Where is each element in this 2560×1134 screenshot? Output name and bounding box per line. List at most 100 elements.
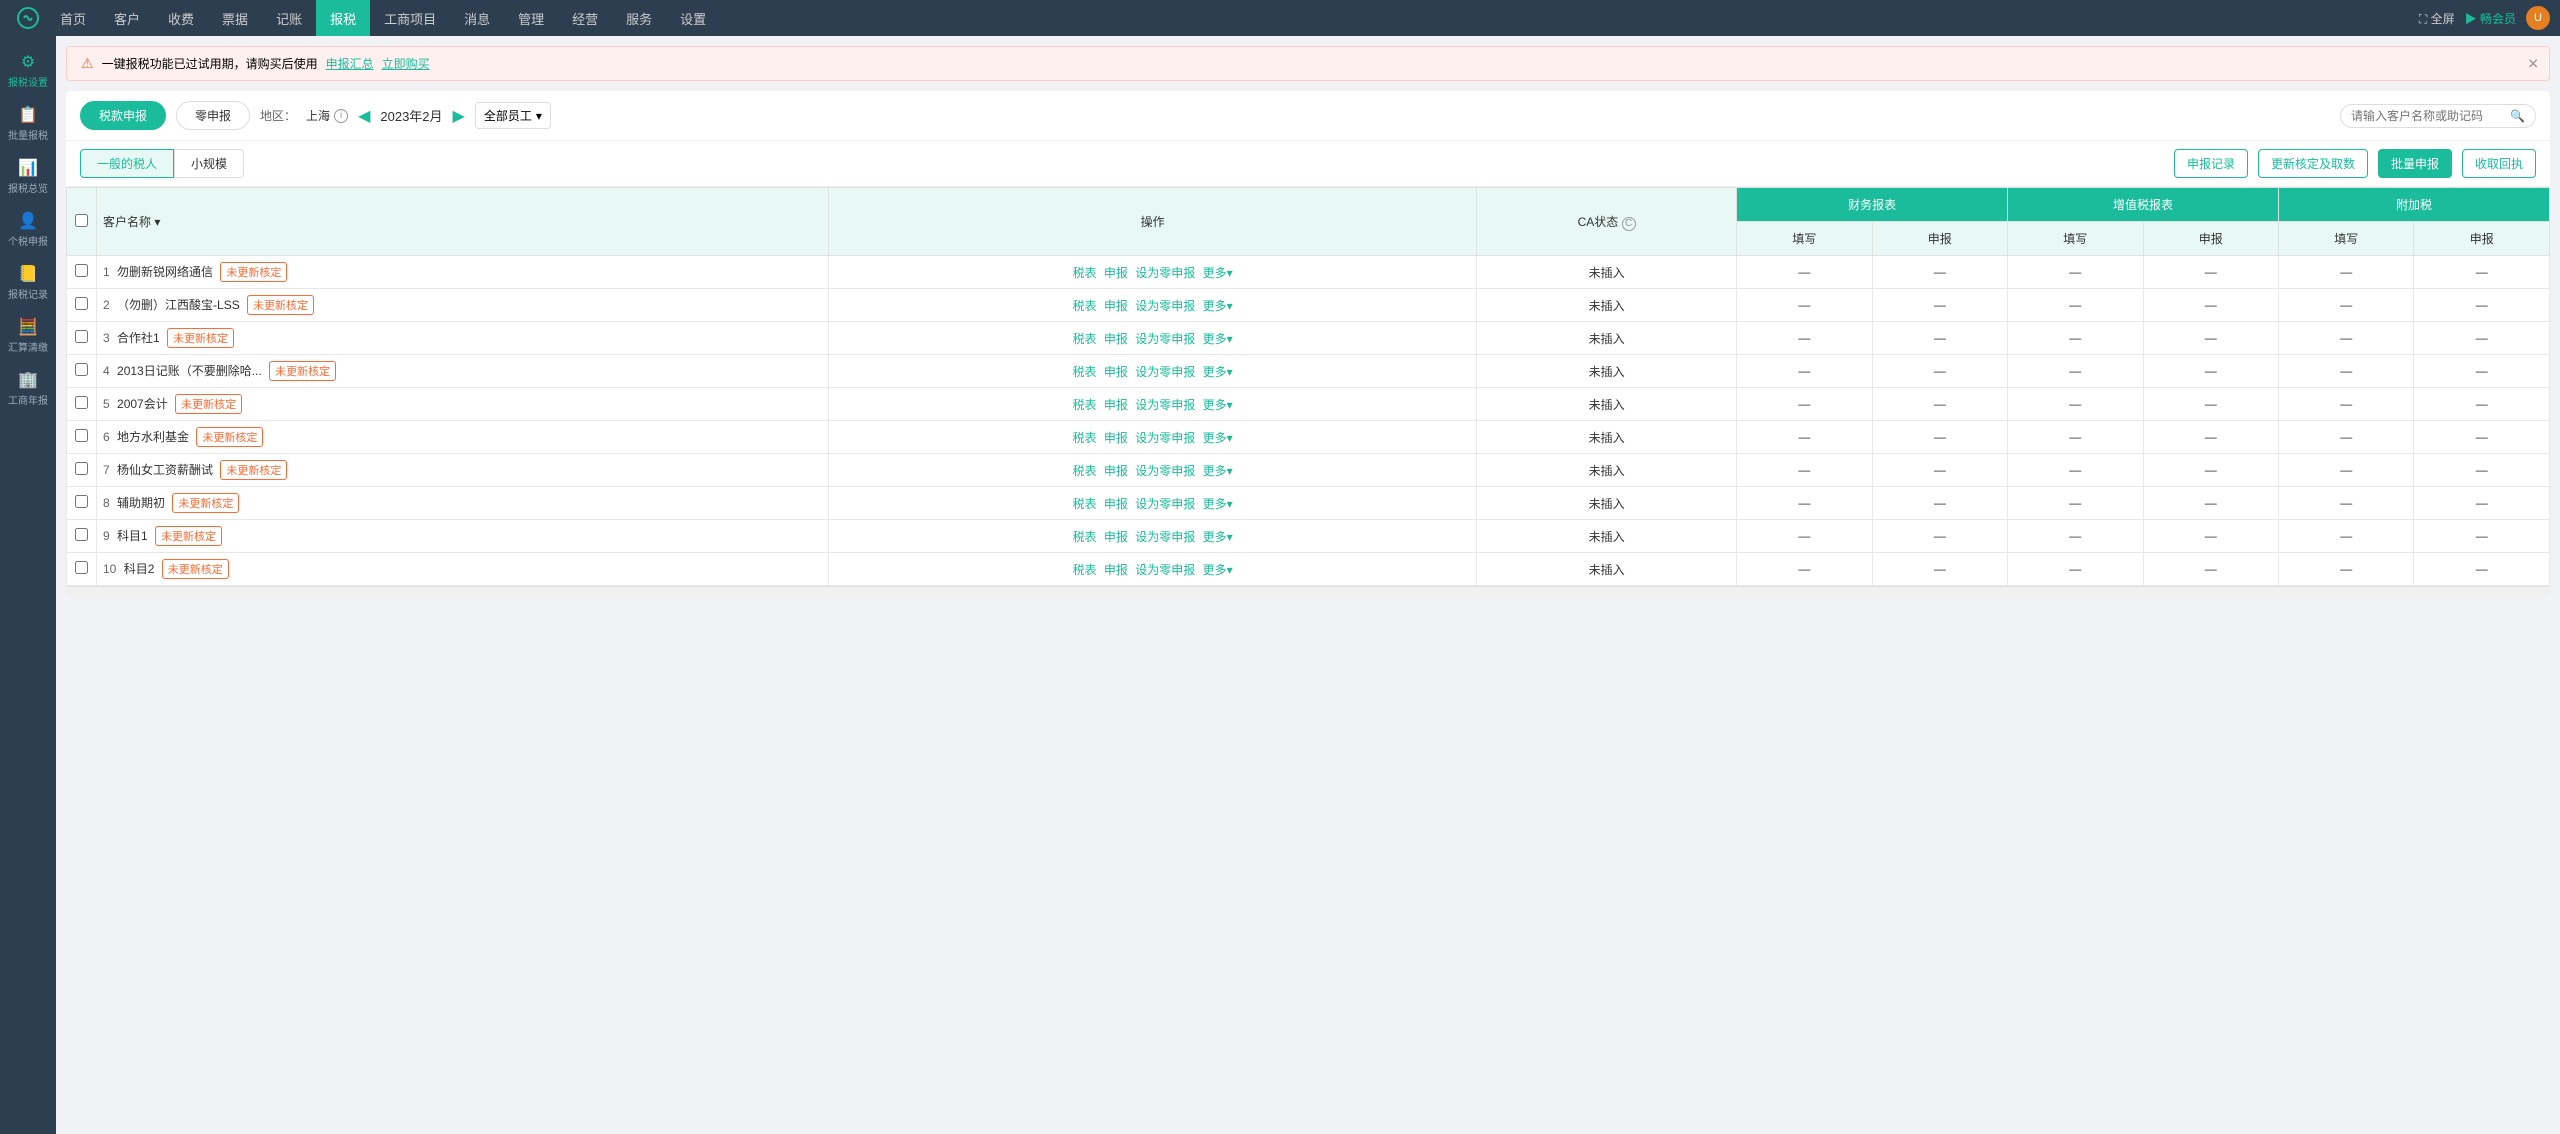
sidebar-item-annual-report[interactable]: 🏢 工商年报: [0, 362, 56, 415]
op-more[interactable]: 更多▾: [1203, 398, 1233, 412]
nav-customer[interactable]: 客户: [100, 0, 154, 36]
op-tax-table[interactable]: 税表: [1073, 431, 1097, 445]
nav-tax[interactable]: 报税: [316, 0, 370, 36]
nav-operations[interactable]: 经营: [558, 0, 612, 36]
op-more[interactable]: 更多▾: [1203, 530, 1233, 544]
row-operations: 税表 申报 设为零申报 更多▾: [828, 322, 1476, 355]
op-tax-table[interactable]: 税表: [1073, 563, 1097, 577]
op-more[interactable]: 更多▾: [1203, 332, 1233, 346]
sidebar-item-tax-settings[interactable]: ⚙ 报税设置: [0, 44, 56, 97]
scroll-bar-area[interactable]: [66, 586, 2550, 598]
app-logo[interactable]: [10, 0, 46, 36]
sidebar-item-tax-overview[interactable]: 📊 报税总览: [0, 150, 56, 203]
notice-text: 一键报税功能已过试用期，请购买后使用: [102, 55, 318, 72]
op-submit[interactable]: 申报: [1104, 563, 1128, 577]
row-checkbox[interactable]: [75, 264, 88, 277]
op-submit[interactable]: 申报: [1104, 332, 1128, 346]
period-prev-button[interactable]: ◀: [358, 106, 370, 126]
taxpayer-tab-general[interactable]: 一般的税人: [80, 149, 174, 178]
op-zero-submit[interactable]: 设为零申报: [1135, 464, 1195, 478]
notice-link-summary[interactable]: 申报汇总: [326, 55, 374, 72]
row-checkbox[interactable]: [75, 561, 88, 574]
row-sbbb-fill: —: [2008, 256, 2143, 289]
row-checkbox[interactable]: [75, 363, 88, 376]
customer-sort-icon[interactable]: ▾: [154, 215, 160, 229]
row-checkbox[interactable]: [75, 528, 88, 541]
nav-home[interactable]: 首页: [46, 0, 100, 36]
nav-service[interactable]: 服务: [612, 0, 666, 36]
nav-accounting[interactable]: 记账: [262, 0, 316, 36]
op-zero-submit[interactable]: 设为零申报: [1135, 299, 1195, 313]
op-tax-table[interactable]: 税表: [1073, 398, 1097, 412]
nav-billing[interactable]: 收费: [154, 0, 208, 36]
nav-business[interactable]: 工商项目: [370, 0, 450, 36]
row-checkbox[interactable]: [75, 462, 88, 475]
op-zero-submit[interactable]: 设为零申报: [1135, 266, 1195, 280]
op-more[interactable]: 更多▾: [1203, 431, 1233, 445]
row-checkbox[interactable]: [75, 429, 88, 442]
row-sbbb-submit: —: [2143, 421, 2278, 454]
nav-right: ⛶ 全屏 ▶ 畅会员 U: [2419, 6, 2550, 30]
receipt-button[interactable]: 收取回执: [2462, 149, 2536, 178]
op-zero-submit[interactable]: 设为零申报: [1135, 398, 1195, 412]
nav-messages[interactable]: 消息: [450, 0, 504, 36]
op-submit[interactable]: 申报: [1104, 497, 1128, 511]
op-more[interactable]: 更多▾: [1203, 464, 1233, 478]
nav-invoice[interactable]: 票据: [208, 0, 262, 36]
op-tax-table[interactable]: 税表: [1073, 530, 1097, 544]
update-verify-button[interactable]: 更新核定及取数: [2258, 149, 2368, 178]
op-submit[interactable]: 申报: [1104, 266, 1128, 280]
select-all-checkbox[interactable]: [75, 214, 88, 227]
notice-close-button[interactable]: ✕: [2527, 55, 2539, 72]
op-submit[interactable]: 申报: [1104, 530, 1128, 544]
row-checkbox[interactable]: [75, 330, 88, 343]
dept-select[interactable]: 全部员工 ▾: [475, 102, 551, 129]
row-checkbox[interactable]: [75, 297, 88, 310]
op-zero-submit[interactable]: 设为零申报: [1135, 365, 1195, 379]
region-info-icon[interactable]: i: [334, 109, 348, 123]
tab-zero-declaration[interactable]: 零申报: [176, 101, 250, 130]
search-icon[interactable]: 🔍: [2510, 109, 2525, 123]
op-more[interactable]: 更多▾: [1203, 563, 1233, 577]
op-submit[interactable]: 申报: [1104, 365, 1128, 379]
op-tax-table[interactable]: 税表: [1073, 365, 1097, 379]
sidebar-item-tax-records[interactable]: 📒 报税记录: [0, 256, 56, 309]
row-ca-status: 未插入: [1477, 322, 1737, 355]
op-more[interactable]: 更多▾: [1203, 497, 1233, 511]
op-zero-submit[interactable]: 设为零申报: [1135, 563, 1195, 577]
op-submit[interactable]: 申报: [1104, 464, 1128, 478]
op-more[interactable]: 更多▾: [1203, 365, 1233, 379]
records-button[interactable]: 申报记录: [2174, 149, 2248, 178]
member-button[interactable]: ▶ 畅会员: [2465, 10, 2516, 27]
op-tax-table[interactable]: 税表: [1073, 266, 1097, 280]
op-submit[interactable]: 申报: [1104, 431, 1128, 445]
op-more[interactable]: 更多▾: [1203, 266, 1233, 280]
sidebar-item-individual-tax[interactable]: 👤 个税申报: [0, 203, 56, 256]
taxpayer-tab-small[interactable]: 小规模: [174, 149, 244, 178]
op-submit[interactable]: 申报: [1104, 398, 1128, 412]
op-zero-submit[interactable]: 设为零申报: [1135, 332, 1195, 346]
op-zero-submit[interactable]: 设为零申报: [1135, 497, 1195, 511]
tab-tax-declaration[interactable]: 税款申报: [80, 101, 166, 130]
batch-submit-button[interactable]: 批量申报: [2378, 149, 2452, 178]
ca-info-icon[interactable]: C: [1622, 217, 1636, 231]
sidebar-item-settlement[interactable]: 🧮 汇算清缴: [0, 309, 56, 362]
op-tax-table[interactable]: 税表: [1073, 332, 1097, 346]
op-tax-table[interactable]: 税表: [1073, 464, 1097, 478]
op-tax-table[interactable]: 税表: [1073, 299, 1097, 313]
user-avatar[interactable]: U: [2526, 6, 2550, 30]
op-submit[interactable]: 申报: [1104, 299, 1128, 313]
row-checkbox[interactable]: [75, 396, 88, 409]
op-zero-submit[interactable]: 设为零申报: [1135, 431, 1195, 445]
op-tax-table[interactable]: 税表: [1073, 497, 1097, 511]
row-checkbox[interactable]: [75, 495, 88, 508]
nav-manage[interactable]: 管理: [504, 0, 558, 36]
fullscreen-button[interactable]: ⛶ 全屏: [2419, 10, 2455, 27]
op-more[interactable]: 更多▾: [1203, 299, 1233, 313]
nav-settings[interactable]: 设置: [666, 0, 720, 36]
notice-link-buy[interactable]: 立即购买: [382, 55, 430, 72]
search-input[interactable]: [2351, 109, 2506, 123]
period-next-button[interactable]: ▶: [453, 106, 465, 126]
sidebar-item-batch-tax[interactable]: 📋 批量报税: [0, 97, 56, 150]
op-zero-submit[interactable]: 设为零申报: [1135, 530, 1195, 544]
